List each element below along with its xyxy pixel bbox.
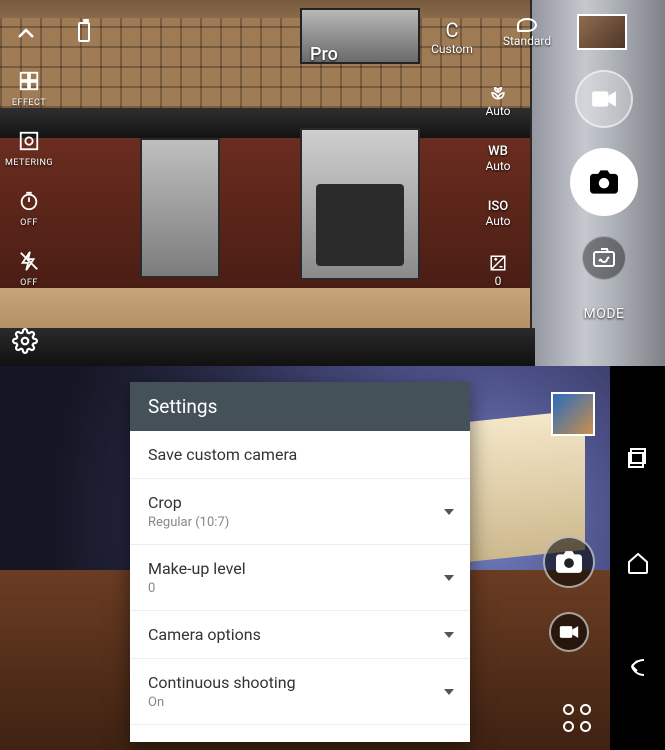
macro-icon [487, 82, 509, 102]
mode-custom[interactable]: C Custom [427, 18, 477, 56]
shutter-button[interactable] [570, 148, 638, 216]
video-button-bottom[interactable] [549, 612, 589, 652]
iso-value: Auto [485, 214, 510, 228]
effect-icon [18, 70, 40, 92]
bg-stove [300, 128, 420, 280]
right-control-column: Auto WB Auto ISO Auto 0 [471, 82, 525, 288]
settings-row-value: On [148, 695, 452, 710]
flash-control[interactable]: OFF [18, 250, 40, 288]
left-control-column: EFFECT METERING OFF OFF [6, 70, 52, 288]
mode-button[interactable]: MODE [584, 306, 625, 322]
gallery-thumbnail[interactable] [577, 14, 627, 50]
custom-label: Custom [427, 42, 477, 56]
settings-button[interactable] [12, 328, 38, 354]
macro-control[interactable]: Auto [485, 82, 510, 118]
ev-value: 0 [495, 274, 502, 288]
android-navbar [610, 366, 665, 750]
settings-panel-body[interactable]: Save custom camera Crop Regular (10:7) M… [130, 431, 470, 742]
camera-pro-viewfinder: Pro C Custom Standard EFFECT METERING OF… [0, 0, 665, 366]
flash-off-icon [18, 250, 40, 272]
effect-control[interactable]: EFFECT [12, 70, 46, 108]
gear-icon [12, 328, 38, 354]
settings-panel: Settings Save custom camera Crop Regular… [130, 382, 470, 742]
settings-row-save-custom[interactable]: Save custom camera [130, 431, 470, 479]
video-icon [559, 624, 579, 640]
chevron-down-icon [444, 575, 454, 581]
macro-label: Auto [485, 104, 510, 118]
settings-row-camera-options[interactable]: Camera options [130, 611, 470, 659]
apps-grid-icon[interactable] [563, 704, 591, 732]
switch-camera-icon [592, 247, 616, 269]
bg-cabinets [0, 138, 535, 288]
settings-row-label: Crop [148, 493, 452, 512]
mode-standard[interactable]: Standard [497, 18, 557, 48]
standard-label: Standard [497, 34, 557, 48]
camera-icon [556, 551, 582, 573]
flash-label: OFF [20, 278, 38, 288]
metering-control[interactable]: METERING [5, 130, 53, 168]
settings-row-crop[interactable]: Crop Regular (10:7) [130, 479, 470, 545]
settings-row-makeup[interactable]: Make-up level 0 [130, 545, 470, 611]
exposure-icon [489, 254, 507, 272]
camera-icon [590, 170, 618, 194]
settings-row-label: Camera options [148, 625, 452, 644]
bottom-capture-buttons [543, 536, 595, 652]
settings-row-label: Save custom camera [148, 445, 452, 464]
gallery-thumbnail-bottom[interactable] [551, 392, 595, 436]
effect-label: EFFECT [12, 98, 46, 108]
home-icon[interactable] [626, 551, 650, 575]
switch-camera-button[interactable] [582, 236, 626, 280]
palette-icon [517, 18, 537, 32]
capture-button-column: MODE [567, 70, 641, 322]
iso-control[interactable]: ISO Auto [485, 199, 510, 228]
wb-value: Auto [485, 159, 510, 173]
shutter-button-bottom[interactable] [543, 536, 595, 588]
back-icon[interactable] [626, 656, 650, 680]
wb-label: WB [485, 144, 510, 159]
video-icon [591, 89, 617, 109]
timer-control[interactable]: OFF [18, 190, 40, 228]
wb-control[interactable]: WB Auto [485, 144, 510, 173]
settings-panel-title: Settings [130, 382, 470, 431]
settings-row-label: Make-up level [148, 559, 452, 578]
timer-label: OFF [20, 218, 38, 228]
bg-foreground-counter [0, 328, 535, 366]
chevron-down-icon [444, 632, 454, 638]
iso-label: ISO [485, 199, 510, 214]
metering-icon [18, 130, 40, 152]
camera-settings-screen: Settings Save custom camera Crop Regular… [0, 366, 665, 750]
bg-dishwasher [140, 138, 220, 278]
settings-row-continuous[interactable]: Continuous shooting On [130, 659, 470, 725]
chevron-down-icon [444, 689, 454, 695]
chevron-down-icon [444, 509, 454, 515]
settings-row-value: Regular (10:7) [148, 515, 452, 530]
ev-control[interactable]: 0 [489, 254, 507, 288]
custom-glyph-icon: C [427, 18, 477, 42]
timer-icon [18, 190, 40, 212]
chevron-up-icon[interactable] [14, 22, 38, 46]
bg-counter [0, 108, 535, 138]
settings-row-label: Continuous shooting [148, 673, 452, 692]
recent-apps-icon[interactable] [626, 446, 650, 470]
metering-label: METERING [5, 158, 53, 168]
mode-pro-label[interactable]: Pro [310, 44, 338, 65]
battery-icon [78, 22, 90, 42]
settings-row-value: 0 [148, 581, 452, 596]
video-record-button[interactable] [575, 70, 633, 128]
